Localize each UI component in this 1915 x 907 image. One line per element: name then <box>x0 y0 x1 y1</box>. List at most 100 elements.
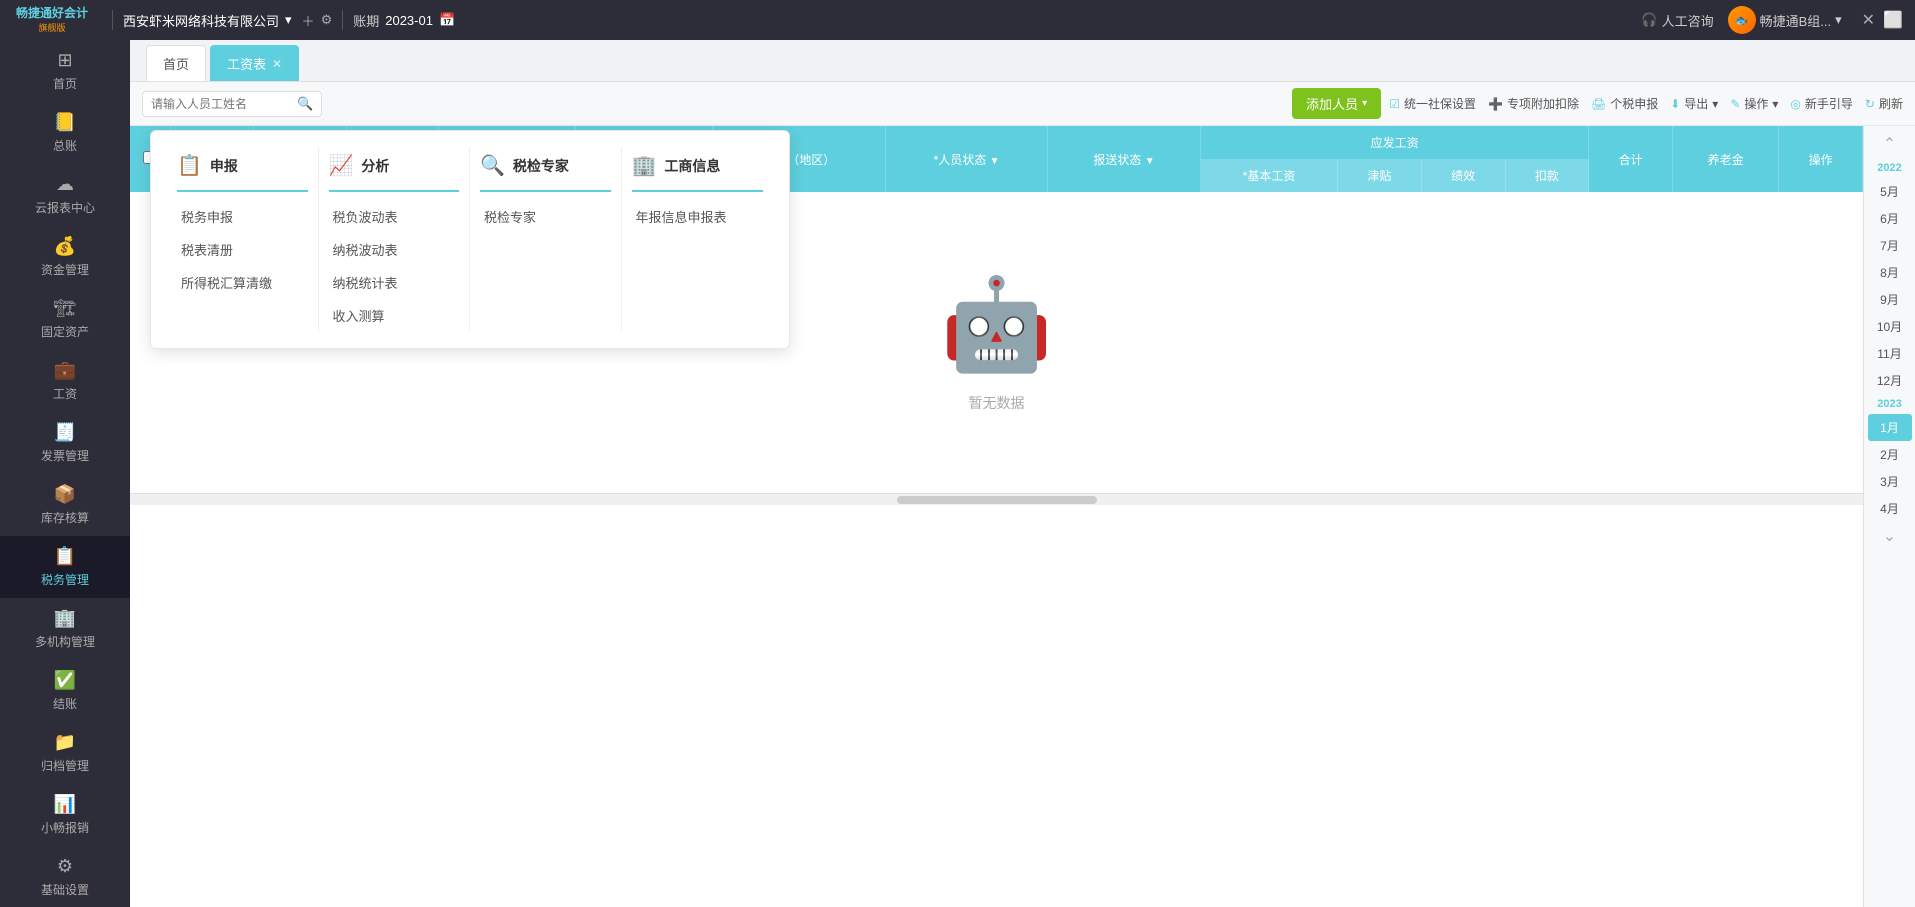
declaration-icon: 📋 <box>177 153 202 178</box>
menu-annual-report[interactable]: 年报信息申报表 <box>632 200 764 233</box>
tax-report-action[interactable]: 🖨 个税申报 <box>1591 95 1658 112</box>
tax-icon: 📋 <box>54 546 76 567</box>
month-3[interactable]: 3月 <box>1868 468 1912 495</box>
calendar-icon[interactable]: 📅 <box>439 12 455 28</box>
month-8[interactable]: 8月 <box>1868 259 1912 286</box>
add-dropdown-icon: ▾ <box>1362 98 1367 109</box>
report-icon: 📊 <box>54 794 76 815</box>
sidebar: ⊞ 首页 📒 总账 ☁ 云报表中心 💰 资金管理 🏗 固定资产 💼 工资 🧾 发… <box>0 40 130 907</box>
menu-tax-table[interactable]: 税表清册 <box>177 233 308 266</box>
sidebar-item-inventory[interactable]: 📦 库存核算 <box>0 474 130 536</box>
tab-salary-label: 工资表 <box>227 54 266 73</box>
social-insurance-label: 统一社保设置 <box>1404 95 1476 112</box>
month-12[interactable]: 12月 <box>1868 367 1912 394</box>
scroll-thumb[interactable] <box>897 496 1097 504</box>
month-4[interactable]: 4月 <box>1868 495 1912 522</box>
sidebar-item-invoice[interactable]: 🧾 发票管理 <box>0 412 130 474</box>
funds-icon: 💰 <box>54 236 76 257</box>
calendar-up-icon[interactable]: ⌃ <box>1879 130 1900 158</box>
company-selector[interactable]: 西安虾米网络科技有限公司 ▾ ＋ ⚙ <box>123 11 332 30</box>
col-expert-header: 🔍 税检专家 <box>480 147 611 192</box>
sidebar-item-assets[interactable]: 🏗 固定资产 <box>0 288 130 350</box>
tab-home-label: 首页 <box>163 54 189 73</box>
month-2[interactable]: 2月 <box>1868 441 1912 468</box>
month-10[interactable]: 10月 <box>1868 313 1912 340</box>
refresh-action[interactable]: ↻ 刷新 <box>1865 95 1903 112</box>
special-deduct-action[interactable]: ➕ 专项附加扣除 <box>1488 95 1579 112</box>
col-wage-group: 应发工资 <box>1201 126 1589 159</box>
window-controls: ✕ ⬜ <box>1862 10 1903 30</box>
menu-tax-fluctuation[interactable]: 税负波动表 <box>329 200 460 233</box>
maximize-icon[interactable]: ⬜ <box>1883 10 1903 30</box>
month-9[interactable]: 9月 <box>1868 286 1912 313</box>
sidebar-item-funds[interactable]: 💰 资金管理 <box>0 226 130 288</box>
menu-income-forecast[interactable]: 收入测算 <box>329 299 460 332</box>
sidebar-label-archive: 归档管理 <box>41 757 89 774</box>
sidebar-label-multi: 多机构管理 <box>35 633 95 650</box>
new-guide-action[interactable]: ◎ 新手引导 <box>1790 95 1853 112</box>
dropdown-grid: 📋 申报 税务申报 税表清册 所得税汇算清缴 📈 分析 税负波动表 纳税波动表 … <box>167 147 773 332</box>
menu-tax-check[interactable]: 税检专家 <box>480 200 611 233</box>
search-icon[interactable]: 🔍 <box>297 96 313 112</box>
username: 畅捷通B组... <box>1760 11 1832 30</box>
add-person-label: 添加人员 <box>1306 94 1358 113</box>
sidebar-item-tax[interactable]: 📋 税务管理 <box>0 536 130 598</box>
sidebar-item-settle[interactable]: ✅ 结账 <box>0 660 130 722</box>
menu-income-tax[interactable]: 所得税汇算清缴 <box>177 266 308 299</box>
month-1-current[interactable]: 1月 <box>1868 414 1912 441</box>
period-selector[interactable]: 账期 2023-01 📅 <box>353 11 455 30</box>
menu-tax-fluctuation2[interactable]: 纳税波动表 <box>329 233 460 266</box>
month-11[interactable]: 11月 <box>1868 340 1912 367</box>
sidebar-item-multi[interactable]: 🏢 多机构管理 <box>0 598 130 660</box>
app-edition: 旗舰版 <box>38 21 65 34</box>
dropdown-col-expert: 🔍 税检专家 税检专家 <box>470 147 622 332</box>
year-2022: 2022 <box>1877 158 1901 178</box>
col-declaration-header: 📋 申报 <box>177 147 308 192</box>
col-base-wage: *基本工资 <box>1201 159 1338 192</box>
business-icon: 🏢 <box>632 153 657 178</box>
settings-icon[interactable]: ⚙ <box>321 12 333 28</box>
tax-report-label: 个税申报 <box>1610 95 1658 112</box>
tab-salary-table[interactable]: 工资表 ✕ <box>210 45 299 81</box>
dropdown-col-declaration: 📋 申报 税务申报 税表清册 所得税汇算清缴 <box>167 147 319 332</box>
sidebar-item-cloud[interactable]: ☁ 云报表中心 <box>0 164 130 226</box>
toolbar-actions: ☑ 统一社保设置 ➕ 专项附加扣除 🖨 个税申报 ⬇ 导出 ▾ ✎ <box>1389 95 1903 112</box>
export-icon: ⬇ <box>1670 97 1680 111</box>
horizontal-scrollbar[interactable] <box>130 493 1863 505</box>
calendar-down-icon[interactable]: ⌄ <box>1879 522 1900 550</box>
company-dropdown-icon[interactable]: ▾ <box>285 12 292 28</box>
month-6[interactable]: 6月 <box>1868 205 1912 232</box>
close-window-icon[interactable]: ✕ <box>1862 10 1875 30</box>
social-insurance-action[interactable]: ☑ 统一社保设置 <box>1389 95 1476 112</box>
add-person-button[interactable]: 添加人员 ▾ <box>1292 88 1381 119</box>
sidebar-item-basic[interactable]: ⚙ 基础设置 <box>0 846 130 907</box>
sidebar-item-salary[interactable]: 💼 工资 <box>0 350 130 412</box>
add-company-icon[interactable]: ＋ <box>302 11 315 30</box>
operations-action[interactable]: ✎ 操作 ▾ <box>1730 95 1778 112</box>
export-action[interactable]: ⬇ 导出 ▾ <box>1670 95 1718 112</box>
month-7[interactable]: 7月 <box>1868 232 1912 259</box>
month-5[interactable]: 5月 <box>1868 178 1912 205</box>
col-report-status: 报送状态 ▼ <box>1047 126 1200 192</box>
search-input[interactable] <box>151 97 291 111</box>
sidebar-item-ledger[interactable]: 📒 总账 <box>0 102 130 164</box>
user-menu[interactable]: 🐟 畅捷通B组... ▾ <box>1728 6 1842 34</box>
menu-tax-declaration[interactable]: 税务申报 <box>177 200 308 233</box>
tab-home[interactable]: 首页 <box>146 45 206 81</box>
help-button[interactable]: 🎧 人工咨询 <box>1641 11 1713 30</box>
sidebar-item-archive[interactable]: 📁 归档管理 <box>0 722 130 784</box>
tab-close-icon[interactable]: ✕ <box>272 57 282 71</box>
sidebar-item-report[interactable]: 📊 小畅报销 <box>0 784 130 846</box>
export-dropdown-icon: ▾ <box>1712 97 1718 111</box>
sidebar-item-home[interactable]: ⊞ 首页 <box>0 40 130 102</box>
dropdown-col-business: 🏢 工商信息 年报信息申报表 <box>622 147 774 332</box>
new-guide-icon: ◎ <box>1790 97 1800 111</box>
refresh-label: 刷新 <box>1879 95 1903 112</box>
menu-tax-statistics[interactable]: 纳税统计表 <box>329 266 460 299</box>
basic-icon: ⚙ <box>57 856 73 877</box>
search-box[interactable]: 🔍 <box>142 91 322 117</box>
top-bar-right: 🎧 人工咨询 🐟 畅捷通B组... ▾ <box>1641 6 1841 34</box>
social-insurance-icon: ☑ <box>1389 97 1400 111</box>
special-deduct-icon: ➕ <box>1488 97 1503 111</box>
invoice-icon: 🧾 <box>54 422 76 443</box>
